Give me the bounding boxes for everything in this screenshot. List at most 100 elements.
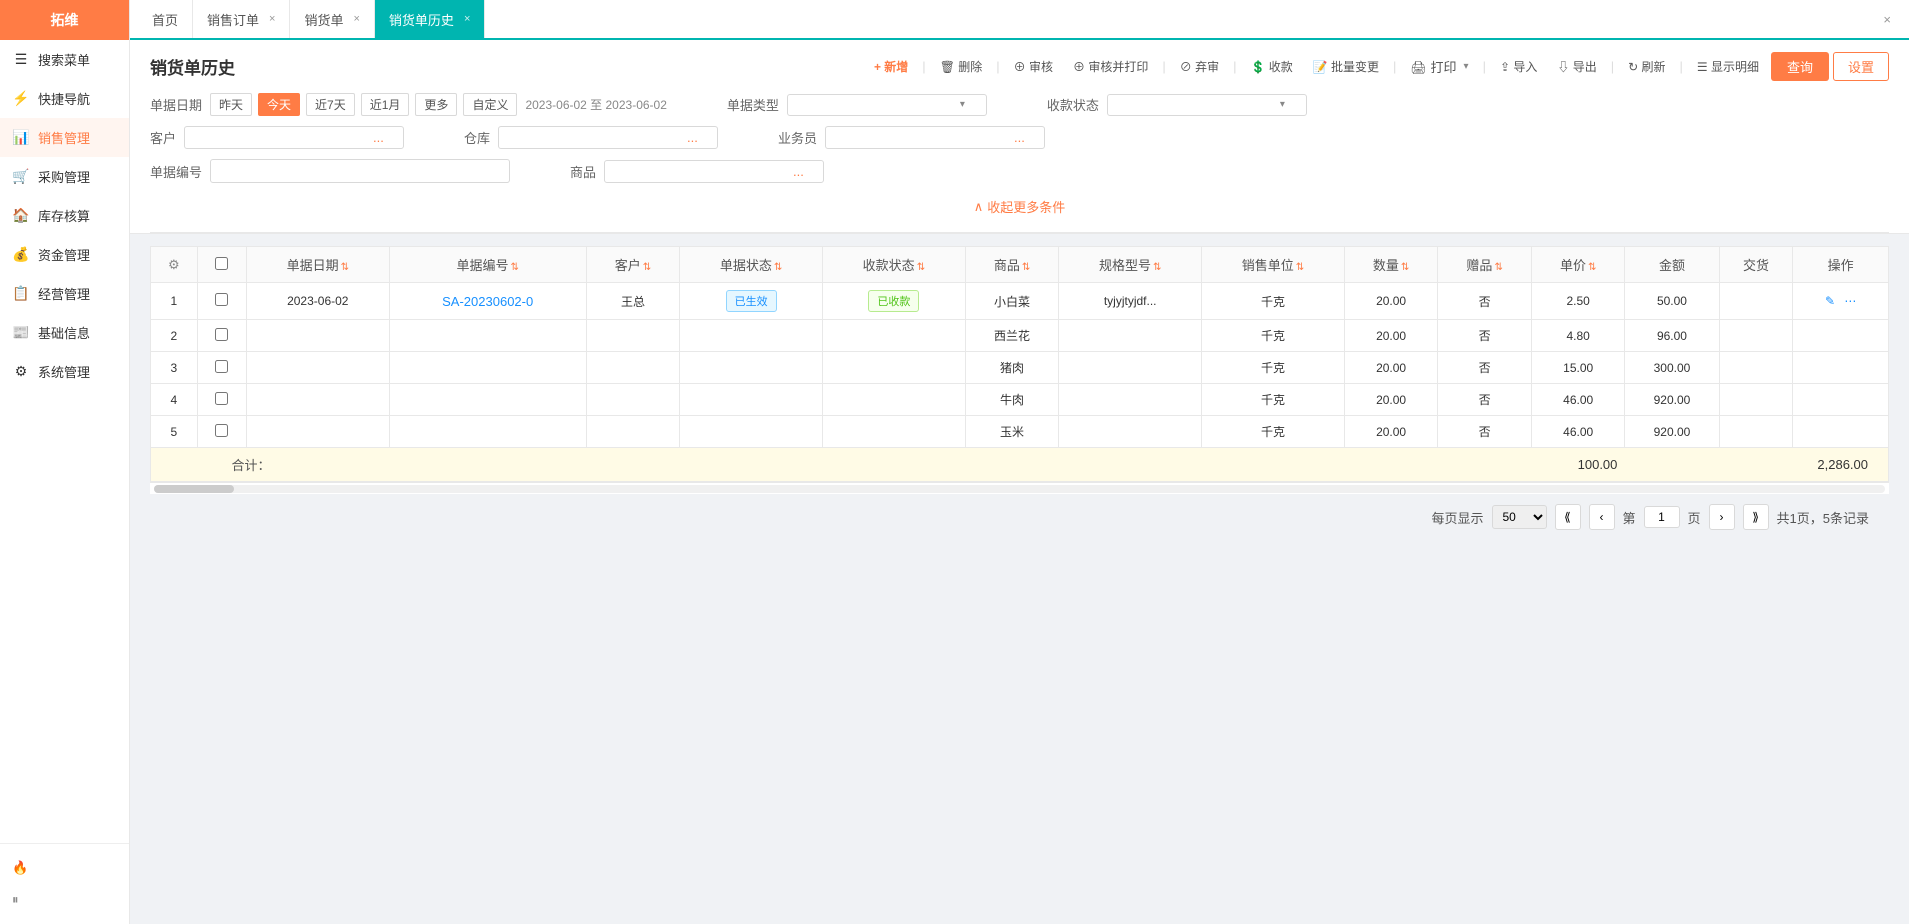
salesman-filter-item: 业务员 ... xyxy=(778,126,1045,149)
sidebar-item-purchase-mgmt[interactable]: 🛒 采购管理 xyxy=(0,157,129,196)
print-button[interactable]: 🖨 打印 ▾ xyxy=(1402,53,1476,80)
last-page-btn[interactable]: ⟫ xyxy=(1743,504,1769,530)
new-button[interactable]: + 新增 xyxy=(866,54,916,79)
row3-select-checkbox[interactable] xyxy=(215,360,228,373)
sidebar-item-quick-nav[interactable]: ⚡ 快捷导航 xyxy=(0,79,129,118)
show-detail-button[interactable]: ☰ 显示明细 xyxy=(1689,54,1767,79)
abandon-button[interactable]: ⊘ 弃审 xyxy=(1172,54,1227,79)
sort-customer-icon: ⇅ xyxy=(643,262,651,273)
close-all-button[interactable]: × xyxy=(1873,12,1901,27)
select-all-checkbox[interactable] xyxy=(215,257,228,270)
row4-select-checkbox[interactable] xyxy=(215,392,228,405)
row1-doc-no-link[interactable]: SA-20230602-0 xyxy=(442,294,533,309)
date-btn-yesterday[interactable]: 昨天 xyxy=(210,93,252,116)
col-collect-status[interactable]: 收款状态⇅ xyxy=(823,247,966,283)
tab-sales-order[interactable]: 销售订单 × xyxy=(193,0,290,38)
pause-icon: ⏸ xyxy=(12,892,19,908)
date-btn-more[interactable]: 更多 xyxy=(415,93,457,116)
sidebar-item-inventory[interactable]: 🏠 库存核算 xyxy=(0,196,129,235)
col-goods[interactable]: 商品⇅ xyxy=(965,247,1059,283)
salesman-ellipsis-btn[interactable]: ... xyxy=(1014,130,1025,145)
sidebar-bottom-pause[interactable]: ⏸ xyxy=(0,884,129,916)
row1-checkbox[interactable] xyxy=(197,283,246,320)
next-page-btn[interactable]: › xyxy=(1709,504,1735,530)
col-doc-no[interactable]: 单据编号⇅ xyxy=(389,247,586,283)
goods-input-wrapper[interactable]: ... xyxy=(604,160,824,183)
tab-home[interactable]: 首页 xyxy=(138,0,193,38)
refresh-button[interactable]: ↻ 刷新 xyxy=(1620,54,1673,79)
warehouse-ellipsis-btn[interactable]: ... xyxy=(687,130,698,145)
row1-doc-no[interactable]: SA-20230602-0 xyxy=(389,283,586,320)
col-customer[interactable]: 客户⇅ xyxy=(586,247,680,283)
export-button[interactable]: ⇩ 导出 xyxy=(1549,54,1604,79)
tab-sales-history-close[interactable]: × xyxy=(464,13,470,25)
setting-button[interactable]: 设置 xyxy=(1833,52,1889,81)
tab-sales-history[interactable]: 销货单历史 × xyxy=(375,0,485,38)
col-doc-status[interactable]: 单据状态⇅ xyxy=(680,247,823,283)
delete-button[interactable]: 🗑 删除 xyxy=(932,54,991,79)
sidebar-item-ops-mgmt[interactable]: 📋 经营管理 xyxy=(0,274,129,313)
gear-col-icon[interactable]: ⚙ xyxy=(168,257,180,272)
collapse-filter-btn[interactable]: ∧ 收起更多条件 xyxy=(150,193,1889,220)
audit-print-button[interactable]: ⊕ 审核并打印 xyxy=(1065,54,1156,79)
page-title: 销货单历史 xyxy=(150,54,235,79)
collect-status-input[interactable] xyxy=(1116,98,1276,112)
sidebar-item-sys-mgmt[interactable]: ⚙ 系统管理 xyxy=(0,352,129,391)
scroll-thumb[interactable] xyxy=(154,485,234,493)
row2-checkbox[interactable] xyxy=(197,320,246,352)
collect-button[interactable]: 💲 收款 xyxy=(1242,54,1300,79)
doc-type-input[interactable] xyxy=(796,98,956,112)
row1-detail-btn[interactable]: ⋯ xyxy=(1841,294,1859,308)
sidebar-item-basic-info[interactable]: 📰 基础信息 xyxy=(0,313,129,352)
batch-change-button[interactable]: 📝 批量变更 xyxy=(1305,54,1387,79)
import-button[interactable]: ⇪ 导入 xyxy=(1492,54,1545,79)
tab-sales-order-close[interactable]: × xyxy=(269,13,275,25)
query-button[interactable]: 查询 xyxy=(1771,52,1829,81)
doc-no-input[interactable] xyxy=(210,159,510,183)
sidebar-item-search-menu[interactable]: ☰ 搜索菜单 xyxy=(0,40,129,79)
prev-page-btn[interactable]: ‹ xyxy=(1589,504,1615,530)
col-doc-date[interactable]: 单据日期⇅ xyxy=(246,247,389,283)
warehouse-input-wrapper[interactable]: ... xyxy=(498,126,718,149)
collect-status-input-wrapper[interactable]: ▾ xyxy=(1107,94,1307,116)
goods-input[interactable] xyxy=(613,164,793,178)
customer-ellipsis-btn[interactable]: ... xyxy=(373,130,384,145)
scroll-track[interactable] xyxy=(154,485,1885,493)
warehouse-input[interactable] xyxy=(507,131,687,145)
salesman-input[interactable] xyxy=(834,131,1014,145)
row1-edit-btn[interactable]: ✎ xyxy=(1822,294,1838,308)
row3-checkbox[interactable] xyxy=(197,352,246,384)
first-page-btn[interactable]: ⟪ xyxy=(1555,504,1581,530)
page-number-input[interactable] xyxy=(1644,506,1680,528)
col-collect-status-label: 收款状态 xyxy=(863,258,915,273)
row5-checkbox[interactable] xyxy=(197,416,246,448)
col-unit[interactable]: 销售单位⇅ xyxy=(1202,247,1345,283)
per-page-select[interactable]: 50 100 200 xyxy=(1492,505,1547,529)
col-qty[interactable]: 数量⇅ xyxy=(1344,247,1438,283)
date-btn-1month[interactable]: 近1月 xyxy=(361,93,410,116)
audit-button[interactable]: ⊕ 审核 xyxy=(1006,54,1061,79)
goods-ellipsis-btn[interactable]: ... xyxy=(793,164,804,179)
sidebar-item-finance-mgmt[interactable]: 💰 资金管理 xyxy=(0,235,129,274)
doc-type-input-wrapper[interactable]: ▾ xyxy=(787,94,987,116)
row4-checkbox[interactable] xyxy=(197,384,246,416)
col-spec[interactable]: 规格型号⇅ xyxy=(1059,247,1202,283)
sidebar-bottom-fire[interactable]: 🔥 xyxy=(0,852,129,884)
tab-sales-goods-close[interactable]: × xyxy=(353,13,359,25)
customer-input-wrapper[interactable]: ... xyxy=(184,126,404,149)
date-btn-today[interactable]: 今天 xyxy=(258,93,300,116)
customer-input[interactable] xyxy=(193,131,373,145)
finance-mgmt-icon: 💰 xyxy=(12,246,30,264)
date-btn-7days[interactable]: 近7天 xyxy=(306,93,355,116)
row2-select-checkbox[interactable] xyxy=(215,328,228,341)
horizontal-scrollbar[interactable] xyxy=(150,482,1889,494)
col-unit-price[interactable]: 单价⇅ xyxy=(1531,247,1625,283)
col-gift[interactable]: 赠品⇅ xyxy=(1438,247,1532,283)
sidebar-item-sales-mgmt[interactable]: 📊 销售管理 xyxy=(0,118,129,157)
date-btn-custom[interactable]: 自定义 xyxy=(463,93,517,116)
tab-sales-goods[interactable]: 销货单 × xyxy=(290,0,374,38)
row1-select-checkbox[interactable] xyxy=(215,293,228,306)
row5-select-checkbox[interactable] xyxy=(215,424,228,437)
salesman-input-wrapper[interactable]: ... xyxy=(825,126,1045,149)
col-gear[interactable]: ⚙ xyxy=(151,247,198,283)
